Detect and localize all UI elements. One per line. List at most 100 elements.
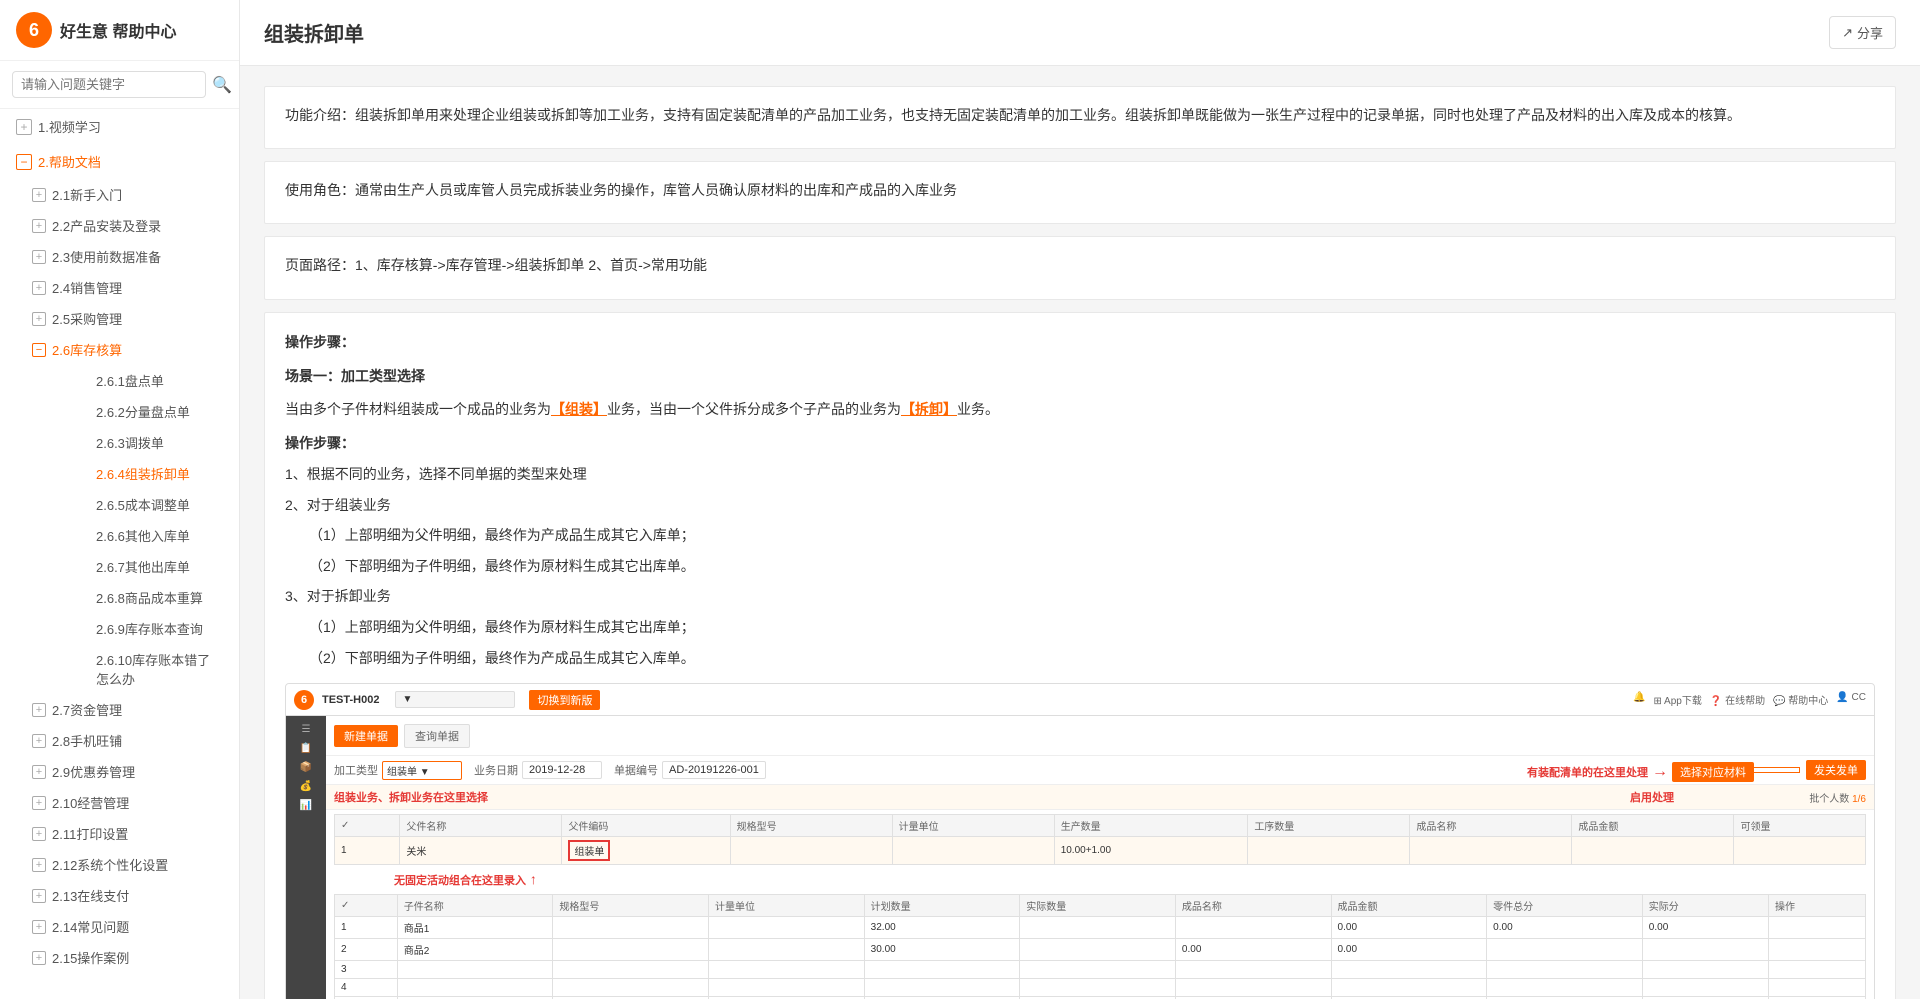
step-3-1: （1）上部明细为父件明细，最终作为原材料生成其它出库单； xyxy=(285,614,1875,641)
app-top-icon-apps: ⊞ App下载 xyxy=(1653,692,1701,707)
app-logo: 6 xyxy=(294,690,314,710)
save-btn[interactable]: 发关发单 xyxy=(1806,760,1866,780)
strip-icon-1: ☰ xyxy=(302,724,311,735)
main-content: 功能介绍：组装拆卸单用来处理企业组装或拆卸等加工业务，支持有固定装配清单的产品加… xyxy=(240,66,1920,999)
sidebar-item-other-in[interactable]: 2.6.6其他入库单 xyxy=(48,520,239,551)
cell-aparts: 0.00 xyxy=(1642,917,1768,939)
collapse-icon: − xyxy=(32,343,46,357)
sidebar-item-label: 2.6库存核算 xyxy=(52,340,122,359)
tab-new-doc[interactable]: 新建单据 xyxy=(334,725,398,747)
sidebar-item-other-out[interactable]: 2.6.7其他出库单 xyxy=(48,551,239,582)
cell-pamt: 0.00 xyxy=(1331,917,1487,939)
sidebar-item-ledger-query[interactable]: 2.6.9库存账本查询 xyxy=(48,613,239,644)
annotation-bom-text: 有装配清单的在这里处理 xyxy=(1527,764,1648,780)
sidebar-item-cost-adjust[interactable]: 2.6.5成本调整单 xyxy=(48,489,239,520)
table-row: 3 xyxy=(335,961,1866,979)
expand-icon: + xyxy=(32,920,46,934)
field-date: 业务日期 2019-12-28 xyxy=(474,761,602,779)
cell-plan: 32.00 xyxy=(864,917,1020,939)
sidebar-item-cost-recalc[interactable]: 2.6.8商品成本重算 xyxy=(48,582,239,613)
field-date-value[interactable]: 2019-12-28 xyxy=(522,761,602,779)
cell-pname xyxy=(1175,917,1331,939)
strip-icon-2: 📋 xyxy=(300,743,312,754)
sidebar-item-finance[interactable]: + 2.7资金管理 xyxy=(16,694,239,725)
sidebar-item-sales[interactable]: + 2.4销售管理 xyxy=(16,272,239,303)
highlight-box: 组装单 xyxy=(568,840,610,861)
arrow-right-icon: → xyxy=(1652,763,1668,781)
sidebar-item-transfer[interactable]: 2.6.3调拨单 xyxy=(48,427,239,458)
col-check: ✓ xyxy=(335,815,400,837)
sidebar-item-data-prep[interactable]: + 2.3使用前数据准备 xyxy=(16,241,239,272)
field-no: 单据编号 AD-20191226-001 xyxy=(614,761,766,779)
sidebar-item-video[interactable]: + 1.视频学习 xyxy=(0,109,239,144)
sidebar-item-ledger-fix[interactable]: 2.6.10库存账本错了怎么办 xyxy=(48,644,239,694)
col-proc-qty: 工序数量 xyxy=(1248,815,1410,837)
steps-section: 操作步骤： 场景一：加工类型选择 当由多个子件材料组装成一个成品的业务为【组装】… xyxy=(264,312,1896,999)
cell-op xyxy=(1769,917,1866,939)
sidebar-item-faq[interactable]: + 2.14常见问题 xyxy=(16,911,239,942)
expand-icon: + xyxy=(32,312,46,326)
path-section: 页面路径：1、库存核算->库存管理->组装拆卸单 2、首页->常用功能 xyxy=(264,236,1896,299)
field-type-select[interactable]: 组装单 ▼ xyxy=(382,761,462,780)
col-actual-qty: 实际数量 xyxy=(1020,895,1176,917)
app-title: 好生意 帮助中心 xyxy=(60,18,176,42)
step-2: 2、对于组装业务 xyxy=(285,492,1875,519)
nav-section: + 1.视频学习 − 2.帮助文档 + 2.1新手入门 + 2.2产品安装及登录… xyxy=(0,109,239,973)
sidebar-item-print[interactable]: + 2.11打印设置 xyxy=(16,818,239,849)
sidebar-item-mobile[interactable]: + 2.8手机旺铺 xyxy=(16,725,239,756)
table-row: 4 xyxy=(335,979,1866,997)
top-table-container: ✓ 父件名称 父件编码 规格型号 计量单位 生产数量 工序数量 成品名称 xyxy=(326,810,1874,869)
cell-prod-name xyxy=(1410,837,1572,865)
cell-aparts xyxy=(1642,939,1768,961)
intro-text: 功能介绍：组装拆卸单用来处理企业组装或拆卸等加工业务，支持有固定装配清单的产品加… xyxy=(285,103,1875,128)
child-table: ✓ 子件名称 规格型号 计量单位 计划数量 实际数量 成品名称 成品金额 xyxy=(334,894,1866,999)
sidebar-item-install[interactable]: + 2.2产品安装及登录 xyxy=(16,210,239,241)
sidebar-item-payment[interactable]: + 2.13在线支付 xyxy=(16,880,239,911)
app-top-icon-help: ❓ 在线帮助 xyxy=(1710,692,1765,707)
collapse-icon: − xyxy=(16,154,32,170)
bom-btn[interactable]: 选择对应材料 xyxy=(1672,762,1754,782)
sidebar-item-purchase[interactable]: + 2.5采购管理 xyxy=(16,303,239,334)
sidebar-item-coupon[interactable]: + 2.9优惠券管理 xyxy=(16,756,239,787)
cell-pamt: 0.00 xyxy=(1331,939,1487,961)
cell-spec xyxy=(553,917,709,939)
parent-table: ✓ 父件名称 父件编码 规格型号 计量单位 生产数量 工序数量 成品名称 xyxy=(334,814,1866,865)
col-part-total: 零件总分 xyxy=(1487,895,1643,917)
logo-icon: 6 xyxy=(16,12,52,48)
sidebar-item-docs[interactable]: − 2.帮助文档 xyxy=(0,144,239,179)
app-dropdown[interactable]: ▼ xyxy=(395,691,515,708)
sidebar-item-system[interactable]: + 2.12系统个性化设置 xyxy=(16,849,239,880)
table-row: 1 关米 组装单 10.00+1.00 xyxy=(335,837,1866,865)
step-op-heading: 操作步骤： xyxy=(285,430,1875,457)
field-date-label: 业务日期 xyxy=(474,762,518,778)
col-spec: 规格型号 xyxy=(730,815,892,837)
cell-plan: 30.00 xyxy=(864,939,1020,961)
sidebar-item-cases[interactable]: + 2.15操作案例 xyxy=(16,942,239,973)
sidebar-item-stocktake[interactable]: 2.6.1盘点单 xyxy=(48,365,239,396)
sidebar-item-label: 2.帮助文档 xyxy=(38,152,101,171)
expand-icon: + xyxy=(16,119,32,135)
tab-query-doc[interactable]: 查询单据 xyxy=(404,724,470,748)
cell-unit xyxy=(709,939,865,961)
sidebar-item-new-user[interactable]: + 2.1新手入门 xyxy=(16,179,239,210)
sidebar-item-label: 2.13在线支付 xyxy=(52,886,129,905)
cell-check: 1 xyxy=(335,837,400,865)
cell-parent-code: 组装单 xyxy=(562,837,730,865)
sidebar-item-label: 1.视频学习 xyxy=(38,117,101,136)
expand-icon: + xyxy=(32,734,46,748)
page-header: 组装拆卸单 ↗ 分享 xyxy=(240,0,1920,66)
sidebar-item-operations[interactable]: + 2.10经营管理 xyxy=(16,787,239,818)
col-child-spec: 规格型号 xyxy=(553,895,709,917)
sidebar-item-partial-stocktake[interactable]: 2.6.2分量盘点单 xyxy=(48,396,239,427)
expand-icon: + xyxy=(32,281,46,295)
strip-icon-5: 📊 xyxy=(300,800,312,811)
bottom-table-container: ✓ 子件名称 规格型号 计量单位 计划数量 实际数量 成品名称 成品金额 xyxy=(326,890,1874,999)
search-input[interactable] xyxy=(12,71,206,98)
search-button[interactable]: 🔍 xyxy=(212,75,232,95)
table-row: 1 商品1 32.00 0.00 0.0 xyxy=(335,917,1866,939)
app-id: TEST-H002 xyxy=(322,694,379,706)
sidebar-item-assembly[interactable]: 2.6.4组装拆卸单 xyxy=(48,458,239,489)
share-button[interactable]: ↗ 分享 xyxy=(1829,16,1896,49)
app-new-btn[interactable]: 切换到新版 xyxy=(529,690,600,710)
sidebar-item-inventory[interactable]: − 2.6库存核算 xyxy=(16,334,239,365)
